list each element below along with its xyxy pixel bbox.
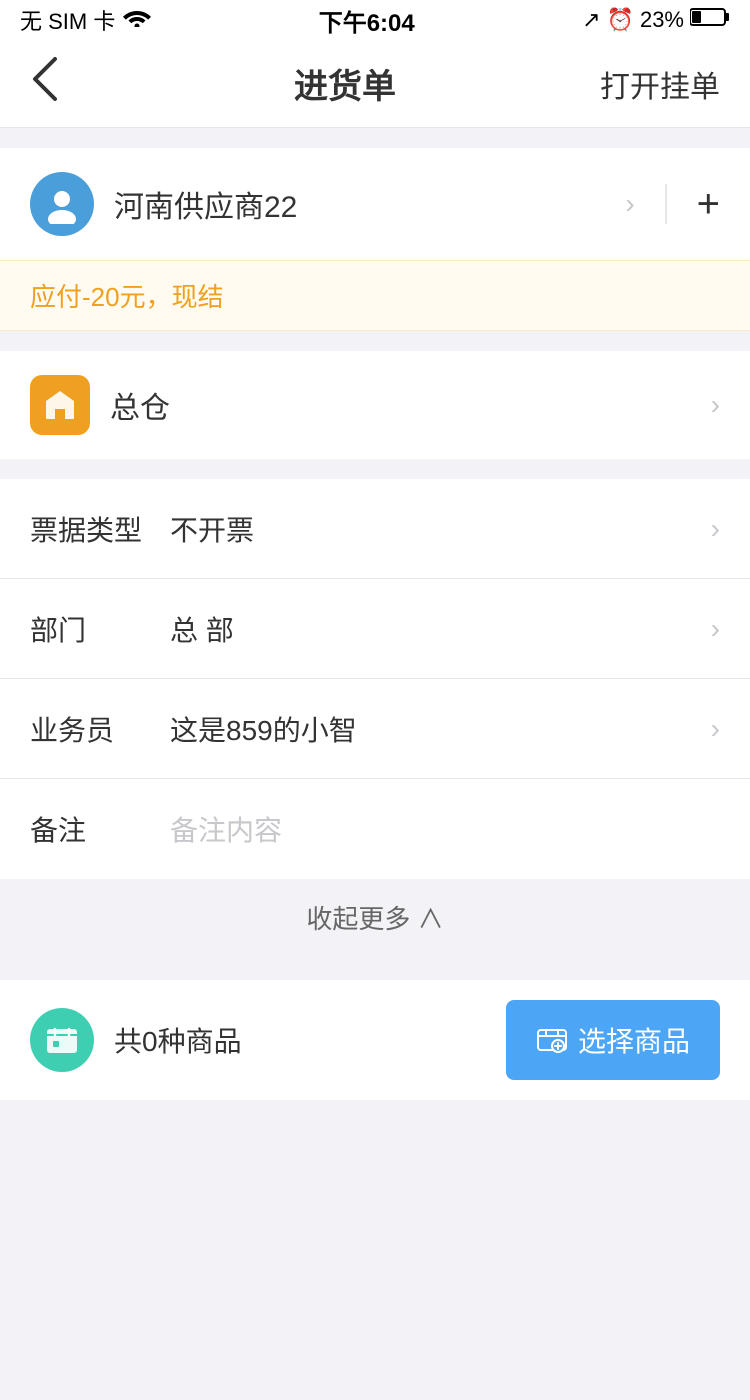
supplier-row[interactable]: 河南供应商22 › + xyxy=(0,148,750,260)
invoice-row[interactable]: 票据类型 不开票 › xyxy=(0,479,750,579)
dept-value: 总 部 xyxy=(170,609,711,649)
dept-row[interactable]: 部门 总 部 › xyxy=(0,579,750,679)
bottom-section: 共0种商品 选择商品 xyxy=(0,980,750,1100)
dept-chevron-icon: › xyxy=(711,613,720,645)
supplier-divider xyxy=(665,184,667,224)
status-left: 无 SIM 卡 xyxy=(20,4,151,36)
add-supplier-button[interactable]: + xyxy=(697,182,720,227)
select-product-label: 选择商品 xyxy=(578,1020,690,1060)
page-background xyxy=(0,1100,750,1400)
invoice-label: 票据类型 xyxy=(30,509,170,549)
nav-bar: 进货单 打开挂单 xyxy=(0,40,750,128)
product-count: 共0种商品 xyxy=(114,1020,506,1060)
supplier-avatar xyxy=(30,172,94,236)
section-gap-1 xyxy=(0,128,750,148)
collapse-button[interactable]: 收起更多 ∧ xyxy=(0,879,750,960)
sales-label: 业务员 xyxy=(30,709,170,749)
back-button[interactable] xyxy=(30,54,90,113)
sales-value: 这是859的小智 xyxy=(170,709,711,749)
invoice-value: 不开票 xyxy=(170,509,711,549)
warehouse-name: 总仓 xyxy=(110,383,711,427)
remark-row[interactable]: 备注 备注内容 xyxy=(0,779,750,879)
supplier-notice: 应付-20元，现结 xyxy=(0,260,750,331)
page-title: 进货单 xyxy=(294,59,396,108)
alarm-icon: ⏰ xyxy=(607,7,634,33)
battery-icon xyxy=(690,7,730,33)
product-icon-wrap xyxy=(30,1008,94,1072)
form-section: 票据类型 不开票 › 部门 总 部 › 业务员 这是859的小智 › 备注 备注… xyxy=(0,479,750,879)
select-product-button[interactable]: 选择商品 xyxy=(506,1000,720,1080)
gap-2 xyxy=(0,331,750,351)
status-time: 下午6:04 xyxy=(319,3,415,38)
status-right: ↗ ⏰ 23% xyxy=(582,7,730,33)
open-pending-button[interactable]: 打开挂单 xyxy=(600,62,720,106)
warehouse-chevron-icon: › xyxy=(711,389,720,421)
invoice-chevron-icon: › xyxy=(711,513,720,545)
signal-text: 无 SIM 卡 xyxy=(20,4,115,36)
gap-3 xyxy=(0,459,750,479)
remark-input[interactable]: 备注内容 xyxy=(170,809,720,849)
battery-text: 23% xyxy=(640,7,684,33)
sales-chevron-icon: › xyxy=(711,713,720,745)
supplier-chevron-icon: › xyxy=(625,188,634,220)
supplier-section: 河南供应商22 › + 应付-20元，现结 xyxy=(0,148,750,331)
warehouse-row[interactable]: 总仓 › xyxy=(0,351,750,459)
warehouse-icon xyxy=(30,375,90,435)
sales-row[interactable]: 业务员 这是859的小智 › xyxy=(0,679,750,779)
supplier-name: 河南供应商22 xyxy=(114,182,625,226)
warehouse-section[interactable]: 总仓 › xyxy=(0,351,750,459)
dept-label: 部门 xyxy=(30,609,170,649)
location-icon: ↗ xyxy=(582,7,600,33)
wifi-icon xyxy=(123,7,151,33)
status-bar: 无 SIM 卡 下午6:04 ↗ ⏰ 23% xyxy=(0,0,750,40)
remark-label: 备注 xyxy=(30,809,170,849)
